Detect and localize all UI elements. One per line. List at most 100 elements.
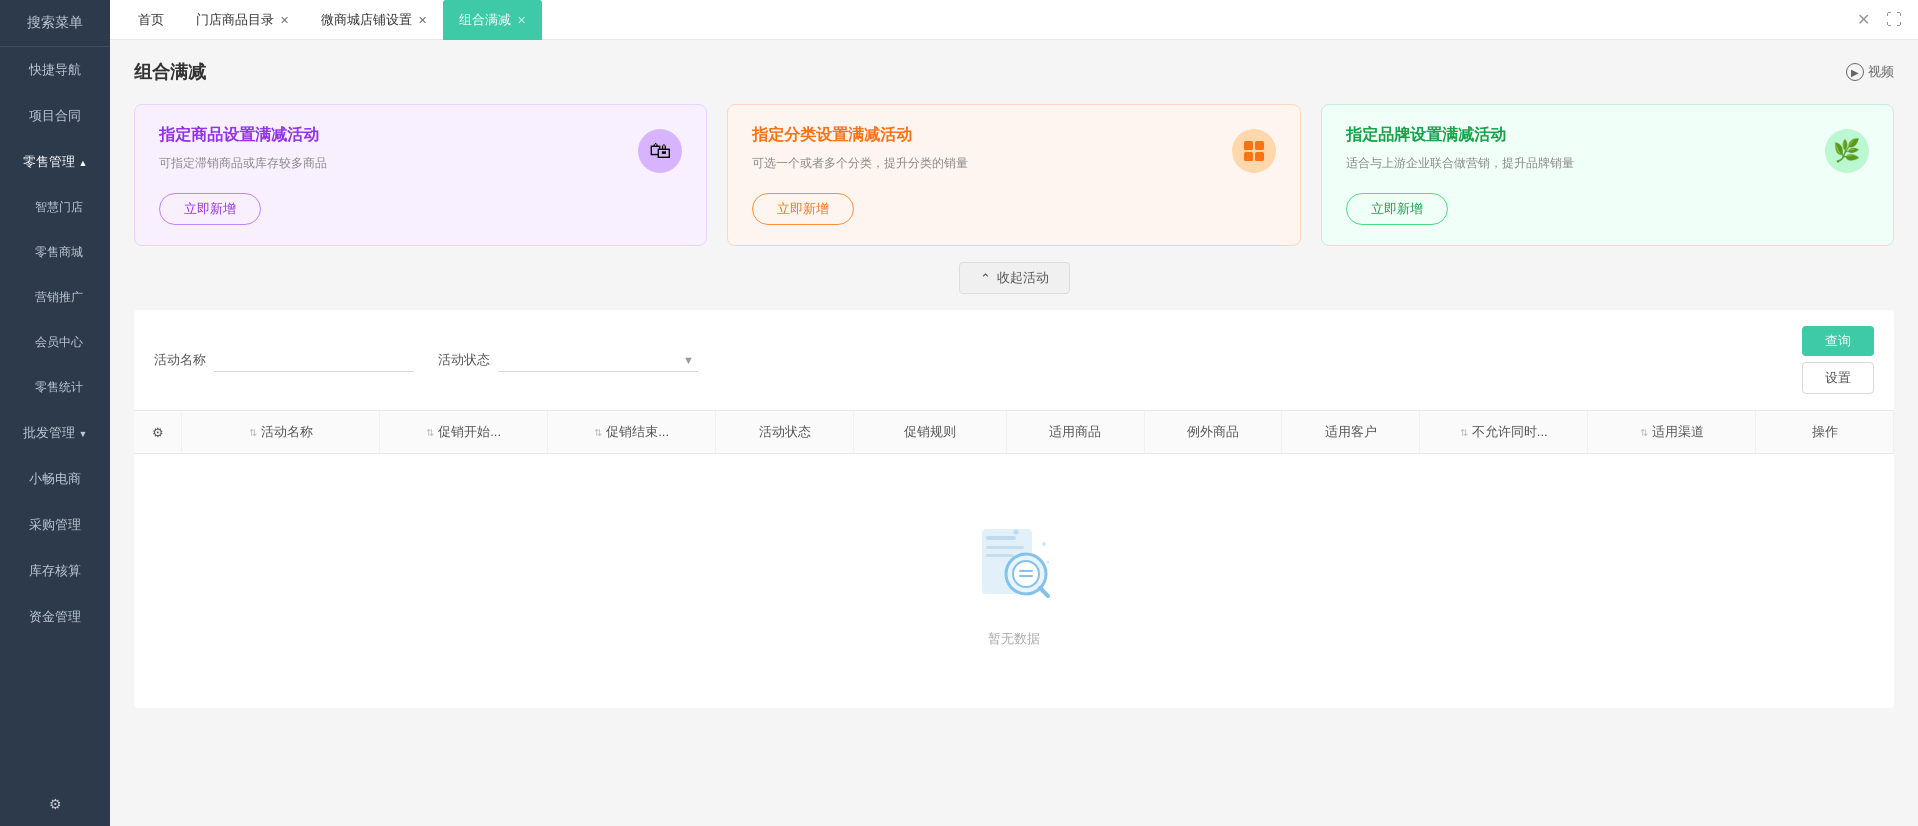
th-no-overlap[interactable]: ⇅ 不允许同时... — [1420, 411, 1588, 453]
th-settings[interactable]: ⚙ — [134, 413, 182, 452]
gear-icon: ⚙ — [49, 796, 62, 812]
category-card-add-btn[interactable]: 立即新增 — [752, 193, 854, 225]
tab-close-wechat-settings[interactable]: ✕ — [418, 0, 427, 40]
page-header: 组合满减 ▶ 视频 — [134, 60, 1894, 84]
sidebar-item-xiaochang-ecommerce[interactable]: 小畅电商 — [0, 456, 110, 502]
sort-icon: ⇅ — [426, 427, 434, 438]
brand-activity-card: 🌿 指定品牌设置满减活动 适合与上游企业联合做营销，提升品牌销量 立即新增 — [1321, 104, 1894, 246]
search-table-wrapper: 活动名称 活动状态 进行中 未开始 已结束 ▼ — [134, 310, 1894, 708]
settings-icon: ⚙ — [152, 425, 164, 440]
sidebar-item-retail-mall[interactable]: 零售商城 — [0, 230, 110, 275]
content-area: 组合满减 ▶ 视频 🛍 指定商品设置满减活动 可指定滞销商品或库存较多商品 立即… — [110, 40, 1918, 826]
tab-close-store-catalog[interactable]: ✕ — [280, 0, 289, 40]
page-title: 组合满减 — [134, 60, 206, 84]
data-table: ⚙ ⇅ 活动名称 ⇅ 促销开始... ⇅ 促销结束... — [134, 410, 1894, 708]
th-except-goods: 例外商品 — [1145, 411, 1283, 453]
collapse-bar: ⌃ 收起活动 — [134, 262, 1894, 294]
sidebar-item-retail-stats[interactable]: 零售统计 — [0, 365, 110, 410]
table-header: ⚙ ⇅ 活动名称 ⇅ 促销开始... ⇅ 促销结束... — [134, 410, 1894, 454]
product-card-desc: 可指定滞销商品或库存较多商品 — [159, 154, 682, 173]
sidebar-item-funds-mgmt[interactable]: 资金管理 — [0, 594, 110, 640]
sidebar-item-inventory-calc[interactable]: 库存核算 — [0, 548, 110, 594]
product-activity-card: 🛍 指定商品设置满减活动 可指定滞销商品或库存较多商品 立即新增 — [134, 104, 707, 246]
empty-text: 暂无数据 — [988, 630, 1040, 648]
sort-icon: ⇅ — [1640, 427, 1648, 438]
video-icon: ▶ — [1846, 63, 1864, 81]
th-applicable-customer: 适用客户 — [1282, 411, 1420, 453]
sort-icon: ⇅ — [1460, 427, 1468, 438]
video-link[interactable]: ▶ 视频 — [1846, 63, 1894, 81]
collapse-icon: ⌃ — [980, 271, 991, 286]
svg-point-15 — [1047, 561, 1050, 564]
svg-point-9 — [1013, 561, 1039, 587]
tab-wechat-settings[interactable]: 微商城店铺设置 ✕ — [305, 0, 443, 40]
activity-status-select-wrapper: 进行中 未开始 已结束 ▼ — [498, 348, 698, 372]
sidebar-settings-btn[interactable]: ⚙ — [0, 782, 110, 826]
svg-rect-0 — [1244, 141, 1253, 150]
brand-card-desc: 适合与上游企业联合做营销，提升品牌销量 — [1346, 154, 1869, 173]
sort-icon: ⇅ — [594, 427, 602, 438]
svg-line-12 — [1040, 588, 1048, 596]
activity-name-input[interactable] — [214, 348, 414, 372]
category-activity-card: 指定分类设置满减活动 可选一个或者多个分类，提升分类的销量 立即新增 — [727, 104, 1300, 246]
activity-name-label: 活动名称 — [154, 351, 206, 369]
category-card-icon — [1232, 129, 1276, 173]
sidebar-search[interactable]: 搜索菜单 — [0, 0, 110, 47]
tab-home[interactable]: 首页 — [122, 0, 180, 40]
query-btn[interactable]: 查询 — [1802, 326, 1874, 356]
brand-card-add-btn[interactable]: 立即新增 — [1346, 193, 1448, 225]
settings-btn[interactable]: 设置 — [1802, 362, 1874, 394]
svg-point-14 — [1042, 542, 1046, 546]
sidebar-item-smart-store[interactable]: 智慧门店 — [0, 185, 110, 230]
th-promo-start[interactable]: ⇅ 促销开始... — [380, 411, 548, 453]
sidebar: 搜索菜单 快捷导航 项目合同 零售管理 智慧门店 零售商城 营销推广 会员中心 … — [0, 0, 110, 826]
tab-store-catalog[interactable]: 门店商品目录 ✕ — [180, 0, 305, 40]
expand-window-btn[interactable]: ⛶ — [1882, 11, 1906, 29]
category-card-desc: 可选一个或者多个分类，提升分类的销量 — [752, 154, 1275, 173]
svg-point-13 — [1014, 530, 1019, 535]
th-activity-name[interactable]: ⇅ 活动名称 — [182, 411, 380, 453]
activity-name-field: 活动名称 — [154, 348, 414, 372]
sidebar-item-retail-mgmt[interactable]: 零售管理 — [0, 139, 110, 185]
activity-status-label: 活动状态 — [438, 351, 490, 369]
collapse-activity-btn[interactable]: ⌃ 收起活动 — [959, 262, 1070, 294]
empty-icon — [964, 514, 1064, 614]
svg-rect-7 — [986, 554, 1014, 557]
sidebar-item-purchase-mgmt[interactable]: 采购管理 — [0, 502, 110, 548]
svg-rect-2 — [1244, 152, 1253, 161]
th-applicable-channel[interactable]: ⇅ 适用渠道 — [1588, 411, 1756, 453]
tab-bar-actions: ✕ ⛶ — [1853, 10, 1906, 29]
th-promo-rule: 促销规则 — [854, 411, 1007, 453]
svg-rect-6 — [986, 546, 1024, 549]
product-card-icon: 🛍 — [638, 129, 682, 173]
sidebar-item-quick-nav[interactable]: 快捷导航 — [0, 47, 110, 93]
product-card-add-btn[interactable]: 立即新增 — [159, 193, 261, 225]
main-area: 首页 门店商品目录 ✕ 微商城店铺设置 ✕ 组合满减 ✕ ✕ ⛶ 组合满减 ▶ … — [110, 0, 1918, 826]
sidebar-item-marketing[interactable]: 营销推广 — [0, 275, 110, 320]
activity-status-field: 活动状态 进行中 未开始 已结束 ▼ — [438, 348, 698, 372]
sidebar-item-member-center[interactable]: 会员中心 — [0, 320, 110, 365]
product-card-title: 指定商品设置满减活动 — [159, 125, 682, 146]
tab-close-combo-discount[interactable]: ✕ — [517, 0, 526, 40]
collapse-label: 收起活动 — [997, 269, 1049, 287]
th-promo-end[interactable]: ⇅ 促销结束... — [548, 411, 716, 453]
th-action: 操作 — [1756, 411, 1894, 453]
sidebar-item-project-contract[interactable]: 项目合同 — [0, 93, 110, 139]
brand-card-title: 指定品牌设置满减活动 — [1346, 125, 1869, 146]
svg-rect-5 — [986, 536, 1016, 540]
sort-icon: ⇅ — [249, 427, 257, 438]
svg-rect-3 — [1255, 152, 1264, 161]
svg-rect-1 — [1255, 141, 1264, 150]
category-card-title: 指定分类设置满减活动 — [752, 125, 1275, 146]
search-actions: 查询 设置 — [1802, 326, 1874, 394]
sidebar-item-wholesale-mgmt[interactable]: 批发管理 — [0, 410, 110, 456]
activity-status-select[interactable]: 进行中 未开始 已结束 — [498, 348, 698, 372]
th-activity-status: 活动状态 — [716, 411, 854, 453]
tab-combo-discount[interactable]: 组合满减 ✕ — [443, 0, 542, 40]
activity-cards: 🛍 指定商品设置满减活动 可指定滞销商品或库存较多商品 立即新增 指定分类设置满… — [134, 104, 1894, 246]
empty-state: 暂无数据 — [134, 454, 1894, 708]
tab-bar: 首页 门店商品目录 ✕ 微商城店铺设置 ✕ 组合满减 ✕ ✕ ⛶ — [110, 0, 1918, 40]
close-window-btn[interactable]: ✕ — [1853, 10, 1874, 29]
brand-card-icon: 🌿 — [1825, 129, 1869, 173]
search-bar: 活动名称 活动状态 进行中 未开始 已结束 ▼ — [134, 310, 1894, 410]
